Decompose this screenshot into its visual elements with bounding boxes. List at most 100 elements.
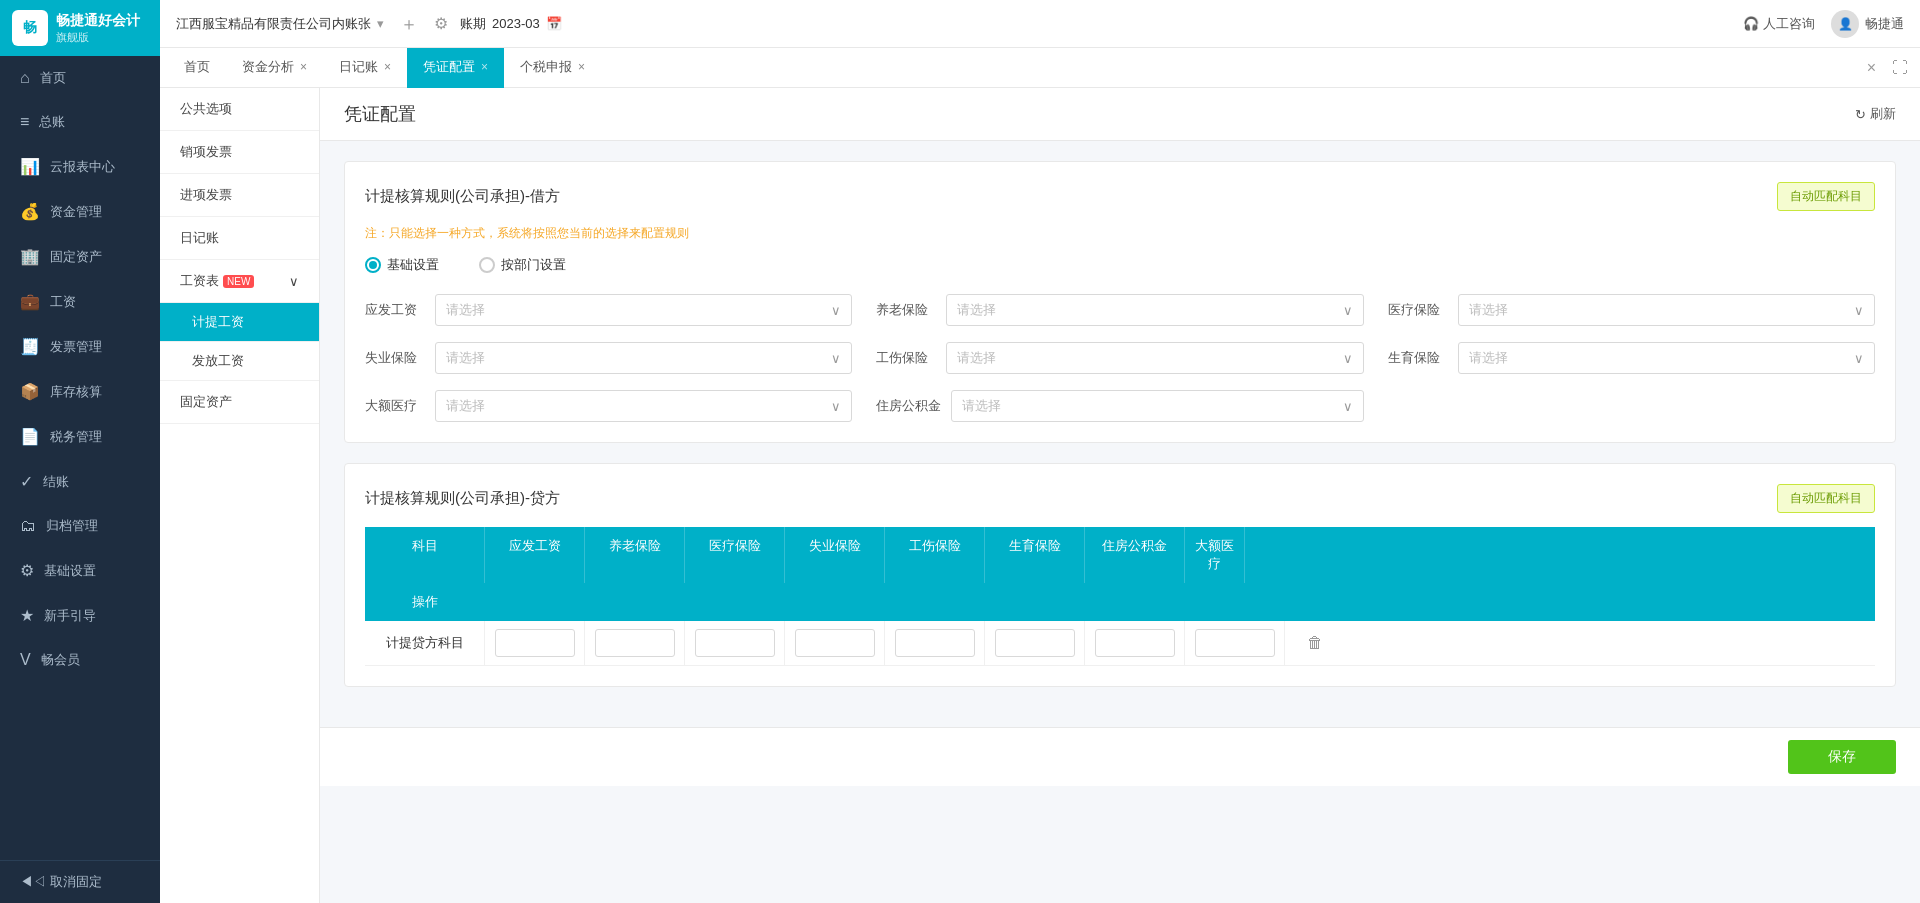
tab-close-icon[interactable]: ×: [300, 60, 307, 74]
credit-pension-input[interactable]: [595, 629, 675, 657]
credit-medical-input[interactable]: [695, 629, 775, 657]
select-placeholder: 请选择: [962, 397, 1001, 415]
sidebar-item-label: 发票管理: [50, 338, 102, 356]
save-button[interactable]: 保存: [1788, 740, 1896, 774]
sidebar-item-tax[interactable]: 📄 税务管理: [0, 414, 160, 459]
auto-match-debit-button[interactable]: 自动匹配科目: [1777, 182, 1875, 211]
member-icon: V: [20, 651, 31, 669]
nav-item-release-salary[interactable]: 发放工资: [160, 342, 319, 381]
notice-text: 注：只能选择一种方式，系统将按照您当前的选择来配置规则: [365, 225, 1875, 242]
close-tab-button[interactable]: ×: [1863, 55, 1880, 81]
medical-select[interactable]: 请选择 ∨: [1458, 294, 1875, 326]
tab-funds-analysis[interactable]: 资金分析 ×: [226, 48, 323, 88]
td-maternity[interactable]: [985, 621, 1085, 665]
td-pension[interactable]: [585, 621, 685, 665]
td-workinjury[interactable]: [885, 621, 985, 665]
delete-row-button[interactable]: 🗑: [1307, 634, 1323, 652]
sidebar-item-inventory[interactable]: 📦 库存核算: [0, 369, 160, 414]
nav-item-sales-invoice[interactable]: 销项发票: [160, 131, 319, 174]
avatar: 👤: [1831, 10, 1859, 38]
period-value: 2023-03: [492, 16, 540, 31]
large-medical-select[interactable]: 请选择 ∨: [435, 390, 852, 422]
nav-item-public[interactable]: 公共选项: [160, 88, 319, 131]
form-item-housing-fund: 住房公积金 请选择 ∨: [876, 390, 1363, 422]
tab-close-icon[interactable]: ×: [578, 60, 585, 74]
housing-fund-select[interactable]: 请选择 ∨: [951, 390, 1363, 422]
expand-button[interactable]: ⛶: [1888, 55, 1912, 81]
sidebar-item-member[interactable]: V 畅会员: [0, 638, 160, 682]
tab-journal[interactable]: 日记账 ×: [323, 48, 407, 88]
td-large-medical[interactable]: [1185, 621, 1285, 665]
sidebar-item-label: 税务管理: [50, 428, 102, 446]
sidebar-item-invoice[interactable]: 🧾 发票管理: [0, 324, 160, 369]
credit-unemployment-input[interactable]: [795, 629, 875, 657]
settings-button[interactable]: ⚙: [434, 14, 448, 33]
tab-home-label: 首页: [184, 58, 210, 76]
td-base-salary[interactable]: [485, 621, 585, 665]
debit-title: 计提核算规则(公司承担)-借方: [365, 187, 560, 206]
sidebar-item-label: 首页: [40, 69, 66, 87]
radio-basic-settings[interactable]: 基础设置: [365, 256, 439, 274]
medical-label: 医疗保险: [1388, 301, 1448, 319]
debit-section: 计提核算规则(公司承担)-借方 自动匹配科目 注：只能选择一种方式，系统将按照您…: [344, 161, 1896, 443]
sidebar-item-ledger[interactable]: ≡ 总账: [0, 100, 160, 144]
sidebar-item-settle[interactable]: ✓ 结账: [0, 459, 160, 504]
th-unemployment: 失业保险: [785, 527, 885, 583]
nav-item-purchase-invoice[interactable]: 进项发票: [160, 174, 319, 217]
credit-large-medical-input[interactable]: [1195, 629, 1275, 657]
add-button[interactable]: ＋: [400, 12, 418, 36]
refresh-button[interactable]: ↻ 刷新: [1855, 105, 1896, 123]
tab-close-icon[interactable]: ×: [481, 60, 488, 74]
tab-voucher-config[interactable]: 凭证配置 ×: [407, 48, 504, 88]
th-medical: 医疗保险: [685, 527, 785, 583]
form-item-workinjury: 工伤保险 请选择 ∨: [876, 342, 1363, 374]
sidebar-item-label: 资金管理: [50, 203, 102, 221]
td-housing[interactable]: [1085, 621, 1185, 665]
th-housing: 住房公积金: [1085, 527, 1185, 583]
credit-maternity-input[interactable]: [995, 629, 1075, 657]
sidebar-item-archive[interactable]: 🗂 归档管理: [0, 504, 160, 548]
sidebar-item-assets[interactable]: 🏢 固定资产: [0, 234, 160, 279]
td-medical[interactable]: [685, 621, 785, 665]
maternity-select[interactable]: 请选择 ∨: [1458, 342, 1875, 374]
th-pension: 养老保险: [585, 527, 685, 583]
cancel-pin-button[interactable]: ◀◁ 取消固定: [0, 860, 160, 903]
nav-item-accrual-salary[interactable]: 计提工资: [160, 303, 319, 342]
chevron-down-icon: ∨: [1854, 351, 1864, 366]
base-salary-select[interactable]: 请选择 ∨: [435, 294, 852, 326]
tab-home[interactable]: 首页: [168, 48, 226, 88]
tab-close-icon[interactable]: ×: [384, 60, 391, 74]
pension-select[interactable]: 请选择 ∨: [946, 294, 1363, 326]
table-header: 科目 应发工资 养老保险 医疗保险 失业保险 工伤保险 生育保险 住房公积金 大…: [365, 527, 1875, 621]
sidebar-item-guide[interactable]: ★ 新手引导: [0, 593, 160, 638]
calendar-icon[interactable]: 📅: [546, 16, 562, 31]
sidebar-item-settings[interactable]: ⚙ 基础设置: [0, 548, 160, 593]
nav-item-fixed-assets[interactable]: 固定资产: [160, 381, 319, 424]
sidebar-item-home[interactable]: ⌂ 首页: [0, 56, 160, 100]
nav-item-salary-table[interactable]: 工资表NEW ∨: [160, 260, 319, 303]
logo-icon: 畅: [12, 10, 48, 46]
nav-item-journal[interactable]: 日记账: [160, 217, 319, 260]
company-selector[interactable]: 江西服宝精品有限责任公司内账张 ▾: [176, 15, 384, 33]
td-unemployment[interactable]: [785, 621, 885, 665]
topbar-right: 🎧 人工咨询 👤 畅捷通: [1743, 10, 1904, 38]
tab-label: 资金分析: [242, 58, 294, 76]
sidebar-item-label: 云报表中心: [50, 158, 115, 176]
home-icon: ⌂: [20, 69, 30, 87]
tab-tax-filing[interactable]: 个税申报 ×: [504, 48, 601, 88]
service-button[interactable]: 🎧 人工咨询: [1743, 15, 1815, 33]
radio-dept-settings[interactable]: 按部门设置: [479, 256, 566, 274]
credit-base-salary-input[interactable]: [495, 629, 575, 657]
sidebar-item-reports[interactable]: 📊 云报表中心: [0, 144, 160, 189]
td-operation: 🗑: [1285, 621, 1345, 665]
sidebar-item-salary[interactable]: 💼 工资: [0, 279, 160, 324]
auto-match-credit-button[interactable]: 自动匹配科目: [1777, 484, 1875, 513]
sidebar-item-funds[interactable]: 💰 资金管理: [0, 189, 160, 234]
credit-housing-input[interactable]: [1095, 629, 1175, 657]
credit-workinjury-input[interactable]: [895, 629, 975, 657]
chevron-down-icon: ∨: [831, 303, 841, 318]
workinjury-select[interactable]: 请选择 ∨: [946, 342, 1363, 374]
unemployment-select[interactable]: 请选择 ∨: [435, 342, 852, 374]
large-medical-label: 大额医疗: [365, 397, 425, 415]
user-menu[interactable]: 👤 畅捷通: [1831, 10, 1904, 38]
